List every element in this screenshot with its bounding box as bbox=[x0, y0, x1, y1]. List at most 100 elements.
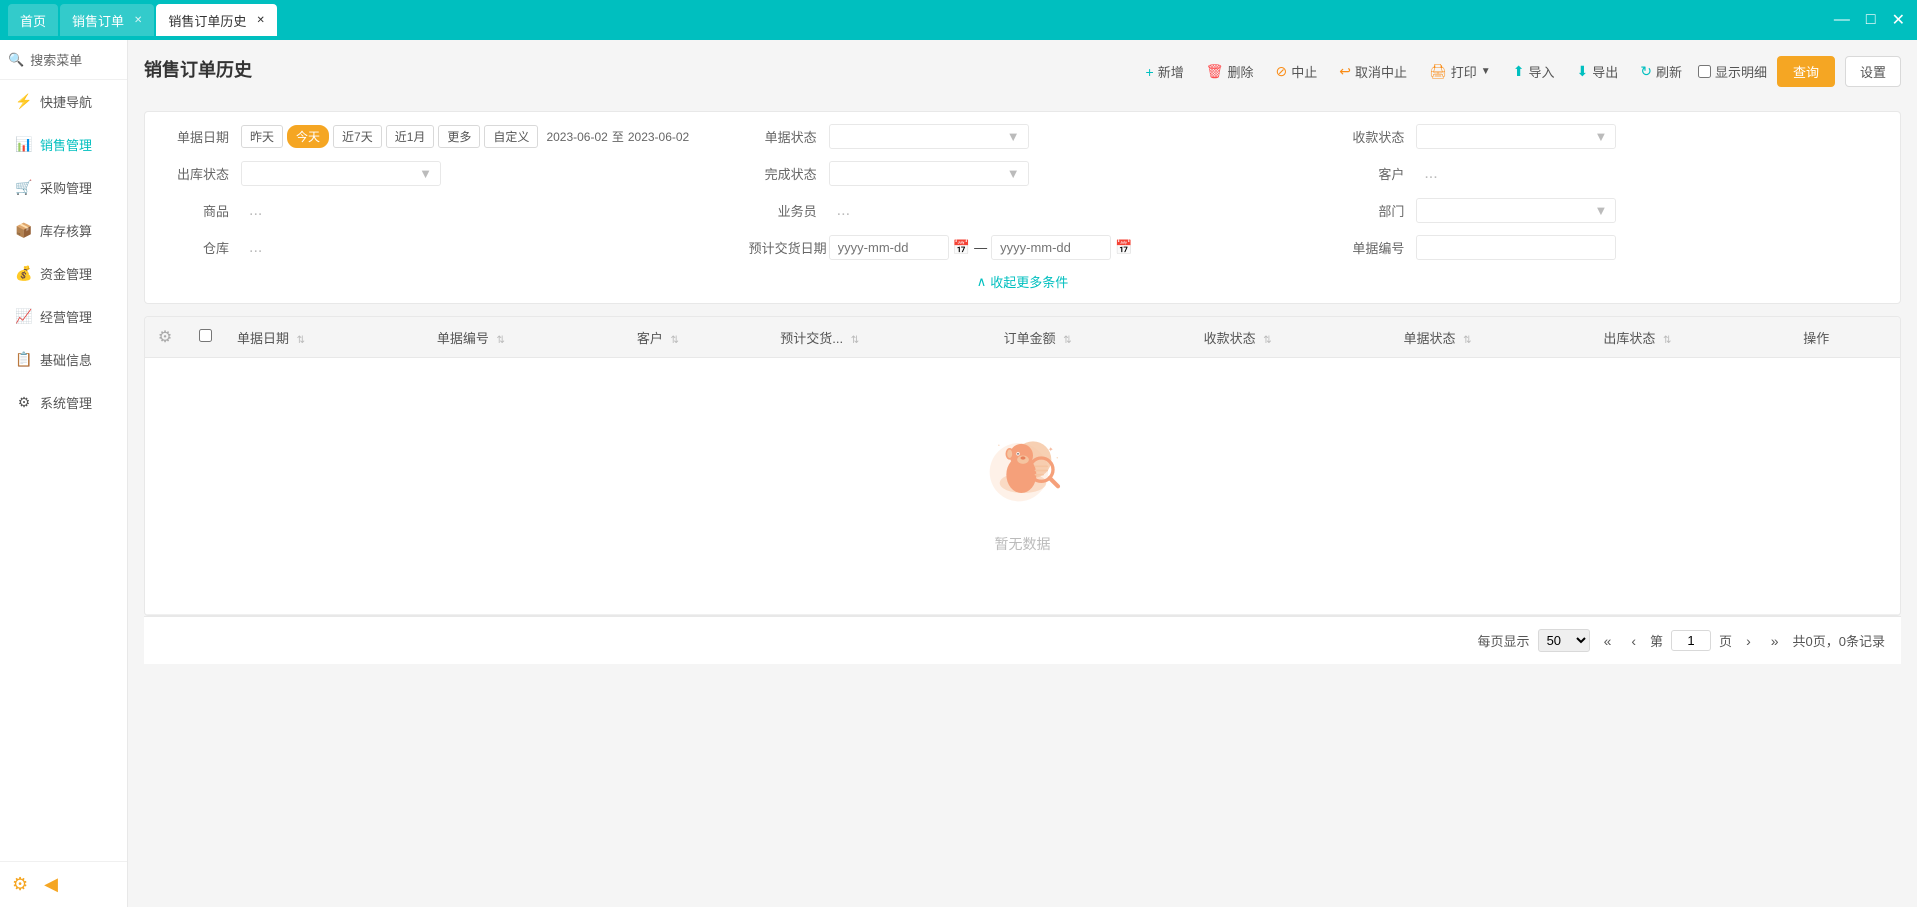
tab-sales-order-close[interactable]: ✕ bbox=[134, 15, 142, 26]
sidebar-item-sales[interactable]: 📊 销售管理 bbox=[0, 123, 127, 166]
add-button[interactable]: + 新增 bbox=[1140, 58, 1190, 85]
department-control: ▼ bbox=[1416, 198, 1884, 223]
export-button[interactable]: ⬇ 导出 bbox=[1570, 58, 1624, 85]
date-btn-custom[interactable]: 自定义 bbox=[484, 125, 538, 148]
sidebar-collapse-button[interactable]: ◀ bbox=[40, 870, 62, 899]
bill-status-select[interactable]: ▼ bbox=[829, 124, 1029, 149]
customer-dots[interactable]: ... bbox=[1424, 165, 1437, 183]
date-btn-today[interactable]: 今天 bbox=[287, 125, 329, 148]
search-label: 搜索菜单 bbox=[30, 50, 82, 69]
select-all-checkbox[interactable] bbox=[199, 329, 212, 342]
goods-control: ... bbox=[241, 202, 709, 220]
page-size-select[interactable]: 50 10 20 100 bbox=[1538, 629, 1590, 652]
top-bar: 首页 销售订单 ✕ 销售订单历史 ✕ — □ ✕ bbox=[0, 0, 1917, 40]
tab-home-label: 首页 bbox=[20, 11, 46, 30]
salesperson-dots[interactable]: ... bbox=[837, 202, 850, 220]
col-customer[interactable]: 客户 ⇅ bbox=[625, 317, 768, 358]
payment-status-select[interactable]: ▼ bbox=[1416, 124, 1616, 149]
date-btn-7days[interactable]: 近7天 bbox=[333, 125, 382, 148]
complete-status-control: ▼ bbox=[829, 161, 1297, 186]
filter-row-4: 仓库 ... 预计交货日期 📅 — 📅 单据编号 bbox=[161, 235, 1884, 260]
salesperson-label: 业务员 bbox=[749, 201, 829, 220]
display-detail-checkbox[interactable] bbox=[1698, 65, 1711, 78]
sidebar-search[interactable]: 🔍 搜索菜单 bbox=[0, 40, 127, 80]
col-number-label: 单据编号 bbox=[437, 331, 489, 346]
tab-sales-order[interactable]: 销售订单 ✕ bbox=[60, 4, 154, 36]
last-page-button[interactable]: » bbox=[1765, 631, 1785, 651]
refresh-button[interactable]: ↻ 刷新 bbox=[1634, 58, 1688, 85]
bill-status-control: ▼ bbox=[829, 124, 1297, 149]
col-date[interactable]: 单据日期 ⇅ bbox=[225, 317, 425, 358]
minimize-button[interactable]: — bbox=[1830, 7, 1854, 33]
date-range-display: 2023-06-02 至 2023-06-02 bbox=[546, 128, 689, 145]
sidebar-item-quicknav[interactable]: ⚡ 快捷导航 bbox=[0, 80, 127, 123]
page-number-input[interactable] bbox=[1671, 630, 1711, 651]
sidebar-item-basic-info[interactable]: 📋 基础信息 bbox=[0, 338, 127, 381]
col-bill-sort-icon: ⇅ bbox=[1463, 335, 1471, 346]
bill-number-input[interactable] bbox=[1416, 235, 1616, 260]
col-payment-status[interactable]: 收款状态 ⇅ bbox=[1192, 317, 1392, 358]
print-button[interactable]: 🖨 打印 ▼ bbox=[1423, 58, 1497, 85]
cancel-suspend-icon: ↩ bbox=[1339, 63, 1351, 80]
set-button[interactable]: 设置 bbox=[1845, 56, 1901, 87]
display-detail-toggle[interactable]: 显示明细 bbox=[1698, 62, 1767, 81]
date-btn-1month[interactable]: 近1月 bbox=[386, 125, 435, 148]
date-btn-more[interactable]: 更多 bbox=[438, 125, 480, 148]
empty-state: ✦ • • 暂无数据 bbox=[145, 358, 1900, 614]
sidebar-bottom: ⚙ ◀ bbox=[0, 861, 127, 907]
warehouse-status-label: 出库状态 bbox=[161, 164, 241, 183]
expected-date-start-input[interactable] bbox=[829, 235, 949, 260]
svg-text:✦: ✦ bbox=[1048, 445, 1054, 453]
suspend-icon: ⊘ bbox=[1276, 63, 1288, 80]
content-area: 销售订单历史 + 新增 🗑 删除 ⊘ 中止 ↩ 取消中止 bbox=[128, 40, 1917, 907]
tab-sales-history-close[interactable]: ✕ bbox=[256, 15, 264, 26]
next-page-button[interactable]: › bbox=[1740, 631, 1757, 651]
col-customer-label: 客户 bbox=[637, 331, 663, 346]
sidebar-item-system[interactable]: ⚙ 系统管理 bbox=[0, 381, 127, 424]
sidebar-item-finance[interactable]: 💰 资金管理 bbox=[0, 252, 127, 295]
calendar-start-icon[interactable]: 📅 bbox=[953, 239, 970, 256]
cancel-suspend-button[interactable]: ↩ 取消中止 bbox=[1333, 58, 1413, 85]
col-bill-status[interactable]: 单据状态 ⇅ bbox=[1391, 317, 1591, 358]
sidebar-item-sales-label: 销售管理 bbox=[40, 135, 92, 154]
date-btn-yesterday[interactable]: 昨天 bbox=[241, 125, 283, 148]
refresh-icon: ↻ bbox=[1640, 63, 1652, 80]
bill-status-dropdown-icon: ▼ bbox=[1007, 129, 1020, 144]
tab-home[interactable]: 首页 bbox=[8, 4, 58, 36]
collapse-button[interactable]: ∧ 收起更多条件 bbox=[161, 272, 1884, 291]
first-page-button[interactable]: « bbox=[1598, 631, 1618, 651]
sidebar-item-inventory[interactable]: 📦 库存核算 bbox=[0, 209, 127, 252]
suspend-label: 中止 bbox=[1291, 62, 1317, 81]
department-select[interactable]: ▼ bbox=[1416, 198, 1616, 223]
tab-sales-history[interactable]: 销售订单历史 ✕ bbox=[156, 4, 276, 36]
col-warehouse-status[interactable]: 出库状态 ⇅ bbox=[1591, 317, 1791, 358]
col-expected-delivery[interactable]: 预计交货... ⇅ bbox=[768, 317, 991, 358]
sales-icon: 📊 bbox=[16, 137, 32, 153]
sidebar-settings-button[interactable]: ⚙ bbox=[8, 870, 32, 899]
col-amount-label: 订单金额 bbox=[1004, 331, 1056, 346]
prev-page-button[interactable]: ‹ bbox=[1625, 631, 1642, 651]
goods-dots[interactable]: ... bbox=[249, 202, 262, 220]
warehouse-status-select[interactable]: ▼ bbox=[241, 161, 441, 186]
restore-button[interactable]: □ bbox=[1862, 7, 1880, 33]
filter-area: 单据日期 昨天 今天 近7天 近1月 更多 自定义 2023-06-02 至 2… bbox=[144, 111, 1901, 304]
warehouse-dots[interactable]: ... bbox=[249, 239, 262, 257]
col-number[interactable]: 单据编号 ⇅ bbox=[425, 317, 625, 358]
import-button[interactable]: ⬆ 导入 bbox=[1507, 58, 1561, 85]
expected-date-end-input[interactable] bbox=[991, 235, 1111, 260]
table-settings-icon[interactable]: ⚙ bbox=[158, 329, 172, 346]
delete-icon: 🗑 bbox=[1206, 63, 1224, 80]
complete-status-select[interactable]: ▼ bbox=[829, 161, 1029, 186]
suspend-button[interactable]: ⊘ 中止 bbox=[1270, 58, 1324, 85]
sidebar-item-operations[interactable]: 📈 经营管理 bbox=[0, 295, 127, 338]
print-icon: 🖨 bbox=[1429, 63, 1447, 80]
calendar-end-icon[interactable]: 📅 bbox=[1115, 239, 1132, 256]
col-warehouse-status-label: 出库状态 bbox=[1603, 331, 1655, 346]
sidebar-item-purchase[interactable]: 🛒 采购管理 bbox=[0, 166, 127, 209]
query-button[interactable]: 查询 bbox=[1777, 56, 1835, 87]
pagination: 每页显示 50 10 20 100 « ‹ 第 页 › » 共0页，0条记录 bbox=[144, 616, 1901, 664]
date-range-end: 2023-06-02 bbox=[628, 130, 689, 144]
col-amount[interactable]: 订单金额 ⇅ bbox=[992, 317, 1192, 358]
close-button[interactable]: ✕ bbox=[1888, 6, 1909, 34]
delete-button[interactable]: 🗑 删除 bbox=[1200, 58, 1260, 85]
